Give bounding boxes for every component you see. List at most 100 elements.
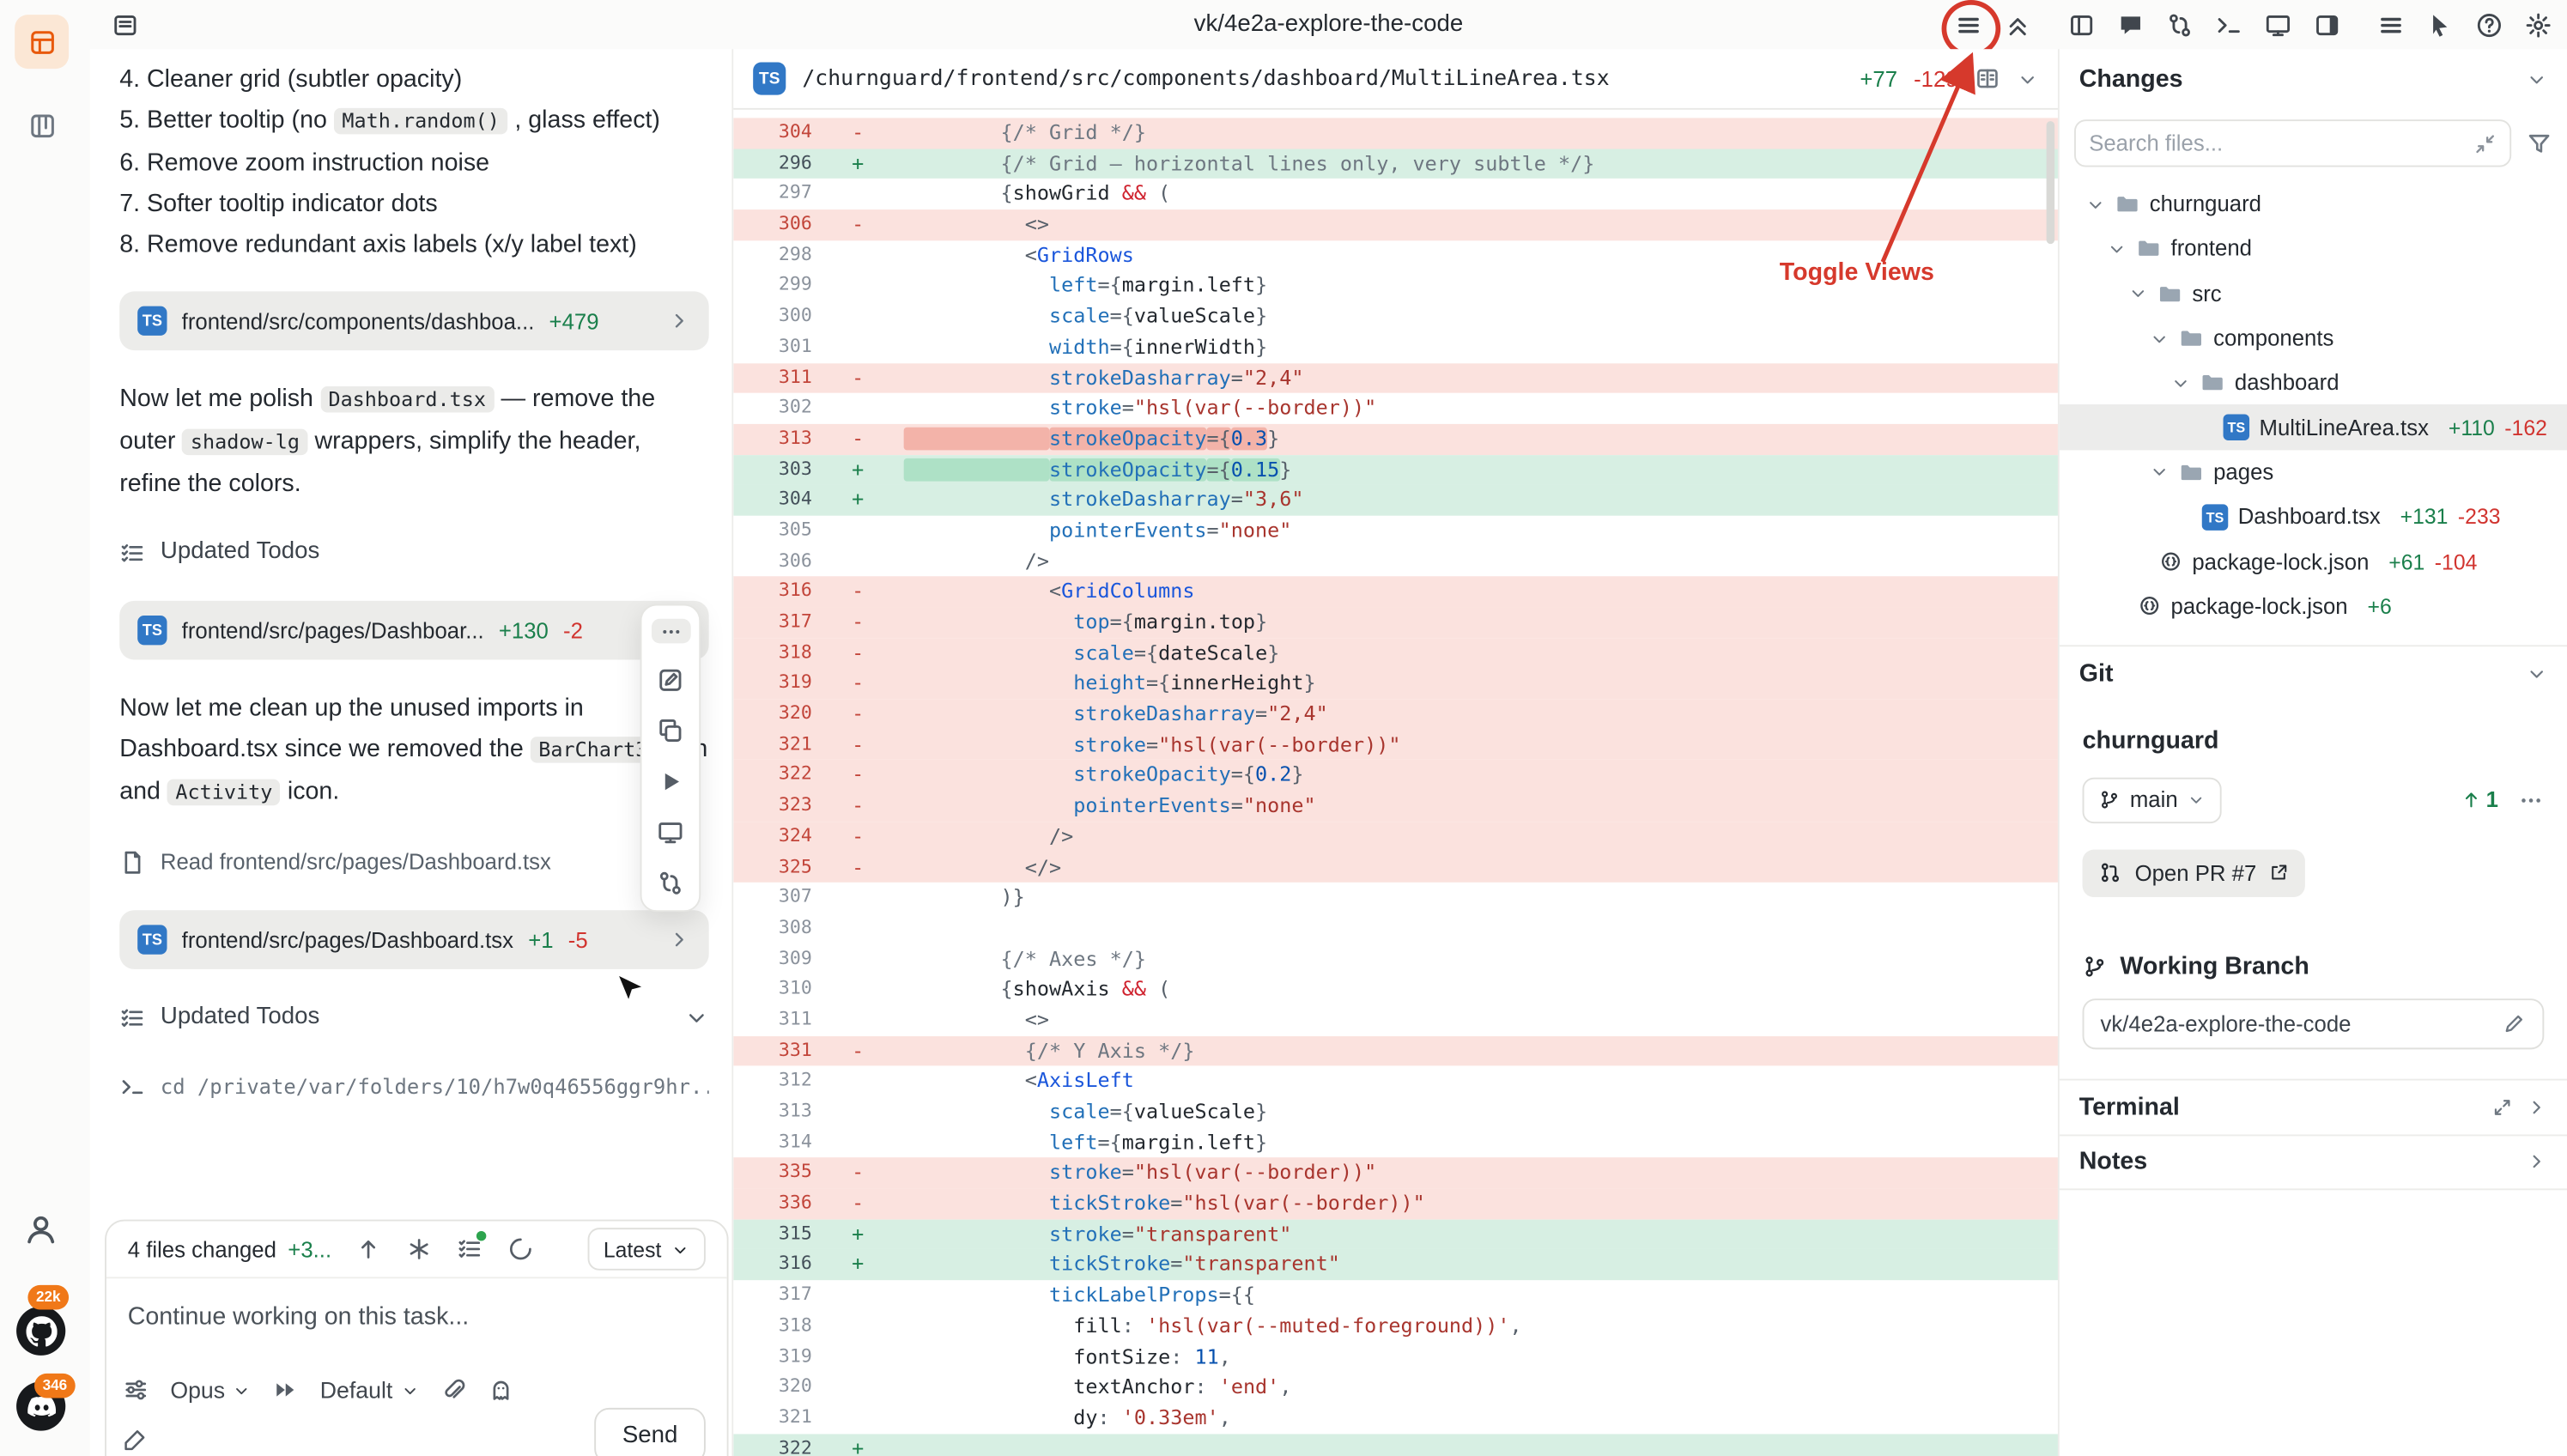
diff-line: 301 width={innerWidth} bbox=[733, 332, 2058, 363]
chat-panel: 4. Cleaner grid (subtler opacity)5. Bett… bbox=[90, 49, 733, 1456]
diff-icon[interactable] bbox=[657, 870, 684, 897]
pen-icon[interactable] bbox=[123, 1428, 148, 1453]
diff-line: 316- <GridColumns bbox=[733, 577, 2058, 608]
diff-marker: - bbox=[812, 424, 904, 455]
files-changed-label[interactable]: 4 files changed bbox=[128, 1237, 276, 1262]
preview-icon[interactable] bbox=[657, 818, 684, 846]
notes-section-header[interactable]: Notes bbox=[2060, 1134, 2567, 1190]
tree-item-src[interactable]: src bbox=[2060, 271, 2567, 316]
chevron-down-icon[interactable] bbox=[2107, 239, 2127, 258]
menu-icon[interactable] bbox=[2377, 10, 2405, 38]
line-number: 296 bbox=[733, 149, 812, 179]
commits-ahead[interactable]: 1 bbox=[2461, 788, 2498, 813]
terminal-command-row[interactable]: cd /private/var/folders/10/h7w0q46556ggr… bbox=[119, 1065, 708, 1107]
chevron-down-icon[interactable] bbox=[2171, 373, 2191, 392]
collapse-icon[interactable] bbox=[2473, 132, 2497, 155]
json-icon bbox=[2159, 550, 2182, 573]
sidebar-item-board[interactable] bbox=[15, 98, 69, 152]
model-selector[interactable]: Opus bbox=[170, 1377, 251, 1404]
working-branch-field[interactable]: vk/4e2a-explore-the-code bbox=[2083, 998, 2545, 1049]
version-dropdown[interactable]: Latest bbox=[587, 1228, 706, 1271]
terminal-command: cd /private/var/folders/10/h7w0q46556ggr… bbox=[161, 1065, 709, 1107]
options-sliders-icon[interactable] bbox=[123, 1377, 149, 1404]
chevron-down-icon[interactable] bbox=[2085, 194, 2105, 214]
tree-item-dashboard-tsx[interactable]: TSDashboard.tsx+131-233 bbox=[2060, 494, 2567, 539]
folder-icon bbox=[2179, 326, 2204, 351]
github-link[interactable] bbox=[16, 1307, 65, 1356]
git-compare-icon[interactable] bbox=[2166, 10, 2194, 38]
chevron-down-icon[interactable] bbox=[2150, 328, 2170, 348]
message-input[interactable] bbox=[106, 1278, 665, 1331]
account-button[interactable] bbox=[23, 1211, 59, 1247]
line-number: 304 bbox=[733, 485, 812, 516]
run-icon[interactable] bbox=[657, 767, 684, 795]
diff-marker: + bbox=[812, 1219, 904, 1250]
tree-item-pages[interactable]: pages bbox=[2060, 450, 2567, 494]
terminal-section-header[interactable]: Terminal bbox=[2060, 1079, 2567, 1135]
chevron-down-icon[interactable] bbox=[2150, 463, 2170, 482]
diff-view-toggle-icon[interactable] bbox=[1975, 65, 2001, 92]
line-number: 318 bbox=[733, 638, 812, 669]
chevron-down-icon[interactable] bbox=[684, 1005, 709, 1030]
tree-item-frontend[interactable]: frontend bbox=[2060, 227, 2567, 271]
right-sidebar-toggle-icon[interactable] bbox=[2313, 10, 2340, 38]
tree-item-churnguard[interactable]: churnguard bbox=[2060, 182, 2567, 227]
edit-file-icon[interactable] bbox=[657, 666, 684, 694]
fast-forward-icon[interactable] bbox=[272, 1377, 299, 1404]
search-files-input[interactable] bbox=[2089, 131, 2473, 156]
settings-gear-icon[interactable] bbox=[2524, 10, 2552, 38]
terminal-panel-icon[interactable] bbox=[2215, 10, 2242, 38]
file-diff-chip[interactable]: TSfrontend/src/pages/Dashboard.tsx+1-5 bbox=[119, 910, 708, 969]
ghost-icon[interactable] bbox=[488, 1377, 514, 1404]
collapse-panels-button[interactable] bbox=[2004, 10, 2031, 38]
tree-item-dashboard[interactable]: dashboard bbox=[2060, 361, 2567, 405]
git-section-header[interactable]: Git bbox=[2060, 645, 2567, 701]
filter-icon[interactable] bbox=[2526, 130, 2552, 157]
pointer-mode-icon[interactable] bbox=[2426, 10, 2454, 38]
tree-item-multilinearea-tsx[interactable]: TSMultiLineArea.tsx+110-162 bbox=[2060, 405, 2567, 450]
attach-icon[interactable] bbox=[440, 1377, 467, 1404]
chevron-down-icon[interactable] bbox=[2017, 68, 2038, 89]
line-number: 310 bbox=[733, 974, 812, 1005]
updated-todos-row[interactable]: Updated Todos bbox=[119, 532, 708, 573]
list-item: 4. Cleaner grid (subtler opacity) bbox=[119, 59, 708, 100]
search-box[interactable] bbox=[2074, 119, 2511, 167]
added-count: +110 bbox=[2449, 416, 2495, 440]
removed-count: -104 bbox=[2435, 549, 2478, 574]
tree-item-package-lock-json[interactable]: package-lock.json+61-104 bbox=[2060, 539, 2567, 584]
left-sidebar-toggle-icon[interactable] bbox=[2067, 10, 2095, 38]
mode-selector[interactable]: Default bbox=[320, 1377, 419, 1404]
chat-paragraph: Now let me clean up the unused imports i… bbox=[119, 688, 708, 814]
terminal-icon bbox=[119, 1073, 146, 1100]
external-link-icon bbox=[2270, 864, 2290, 883]
snapshot-icon[interactable] bbox=[407, 1236, 434, 1263]
chat-panel-icon[interactable] bbox=[2117, 10, 2145, 38]
diff-marker bbox=[812, 1066, 904, 1097]
branch-selector[interactable]: main bbox=[2083, 778, 2223, 823]
tree-item-components[interactable]: components bbox=[2060, 316, 2567, 361]
toggle-views-button[interactable] bbox=[1955, 10, 1982, 38]
preview-panel-icon[interactable] bbox=[2264, 10, 2291, 38]
pencil-icon[interactable] bbox=[2503, 1012, 2527, 1035]
github-icon bbox=[26, 1315, 57, 1346]
ts-icon: TS bbox=[2202, 504, 2229, 531]
help-icon[interactable] bbox=[2475, 10, 2503, 38]
diff-scrollbar[interactable] bbox=[2047, 121, 2055, 244]
file-diff-chip[interactable]: TSfrontend/src/components/dashboa...+479 bbox=[119, 291, 708, 350]
ellipsis-icon[interactable] bbox=[2518, 787, 2545, 814]
more-actions-button[interactable] bbox=[651, 619, 690, 644]
file-diff-chip[interactable]: TSfrontend/src/pages/Dashboar...+130-2 bbox=[119, 601, 708, 660]
tree-item-package-lock-json[interactable]: package-lock.json+6 bbox=[2060, 584, 2567, 628]
push-icon[interactable] bbox=[356, 1236, 383, 1263]
chevron-down-icon[interactable] bbox=[2128, 283, 2148, 303]
sidebar-item-workspace[interactable] bbox=[15, 15, 69, 69]
open-pr-button[interactable]: Open PR #7 bbox=[2083, 850, 2306, 897]
expand-icon[interactable] bbox=[2491, 1097, 2513, 1119]
file-name: frontend/src/components/dashboa... bbox=[182, 300, 535, 342]
copy-icon[interactable] bbox=[657, 717, 684, 744]
changes-section-header[interactable]: Changes bbox=[2060, 49, 2567, 110]
send-button[interactable]: Send bbox=[594, 1408, 705, 1456]
updated-todos-row[interactable]: Updated Todos bbox=[119, 997, 708, 1038]
read-file-row[interactable]: Read frontend/src/pages/Dashboard.tsx bbox=[119, 841, 708, 883]
todos-icon[interactable] bbox=[458, 1236, 484, 1263]
